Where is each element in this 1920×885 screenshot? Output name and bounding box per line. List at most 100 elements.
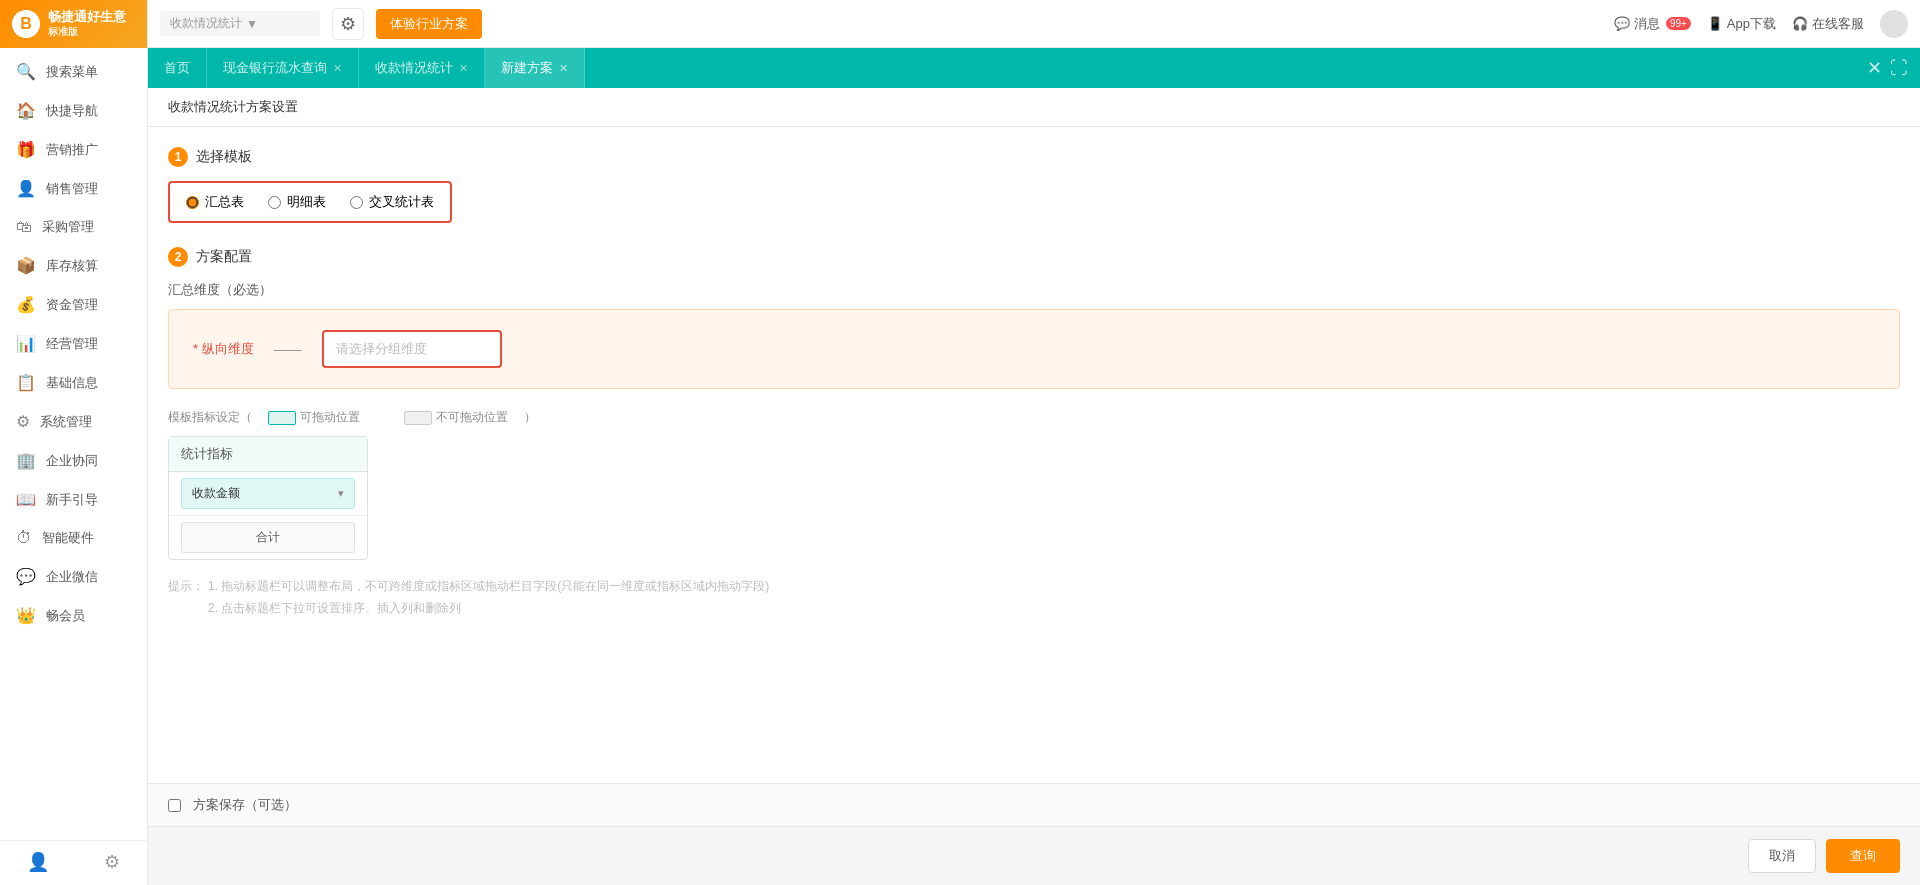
sidebar-item-marketing[interactable]: 🎁 营销推广 — [0, 130, 147, 169]
user-avatar-icon: 👤 — [27, 851, 49, 873]
gear-button[interactable]: ⚙ — [332, 8, 364, 40]
sidebar-item-finance[interactable]: 💰 资金管理 — [0, 285, 147, 324]
main-area: 收款情况统计 ▼ ⚙ 体验行业方案 💬 消息 99+ 📱 App下载 🎧 在线客… — [148, 0, 1920, 885]
sidebar-item-basic-info[interactable]: 📋 基础信息 — [0, 363, 147, 402]
sidebar-item-member[interactable]: 👑 畅会员 — [0, 596, 147, 635]
dim-select[interactable]: 请选择分组维度 — [322, 330, 502, 368]
online-service-label: 在线客服 — [1812, 15, 1864, 33]
indicator-tag-receipt-amount[interactable]: 收款金额 ▾ — [181, 478, 355, 509]
purchase-icon: 🛍 — [16, 218, 32, 236]
indicators-section-header: 统计指标 — [169, 437, 367, 472]
logo-edition: 标准版 — [48, 25, 126, 39]
sidebar-bottom-settings[interactable]: ⚙ — [104, 851, 120, 875]
app-download-btn[interactable]: 📱 App下载 — [1707, 15, 1776, 33]
sidebar-item-smart-hw[interactable]: ⏱ 智能硬件 — [0, 519, 147, 557]
sidebar-item-enterprise[interactable]: 🏢 企业协同 — [0, 441, 147, 480]
online-service-btn[interactable]: 🎧 在线客服 — [1792, 15, 1864, 33]
query-button[interactable]: 查询 — [1826, 839, 1900, 873]
tips-section: 提示： 1. 拖动标题栏可以调整布局，不可跨维度或指标区域拖动栏目字段(只能在同… — [168, 576, 1900, 619]
sidebar-item-label: 营销推广 — [46, 141, 98, 159]
step1-header: 1 选择模板 — [168, 147, 1900, 167]
sidebar-item-quick-nav[interactable]: 🏠 快捷导航 — [0, 91, 147, 130]
indicator-tag-label: 收款金额 — [192, 485, 240, 502]
indicators-section: 模板指标设定（ 可拖动位置 不可拖动位置 ） — [168, 409, 1900, 560]
sidebar-item-system[interactable]: ⚙ 系统管理 — [0, 402, 147, 441]
tab-fullscreen-btn[interactable]: ⛶ — [1890, 58, 1908, 79]
tab-bank-flow[interactable]: 现金银行流水查询 ✕ — [207, 48, 359, 88]
quick-nav-icon: 🏠 — [16, 101, 36, 120]
draggable-legend-icon — [268, 411, 296, 425]
tab-close-all-btn[interactable]: ✕ — [1867, 57, 1882, 79]
radio-cross[interactable]: 交叉统计表 — [350, 193, 434, 211]
radio-cross-label: 交叉统计表 — [369, 193, 434, 211]
sidebar-item-wechat[interactable]: 💬 企业微信 — [0, 557, 147, 596]
top-right: 💬 消息 99+ 📱 App下载 🎧 在线客服 — [1614, 10, 1908, 38]
sidebar-item-label: 库存核算 — [46, 257, 98, 275]
tab-home-label: 首页 — [164, 59, 190, 77]
step2-number: 2 — [168, 247, 188, 267]
sidebar-item-label: 基础信息 — [46, 374, 98, 392]
industry-btn[interactable]: 体验行业方案 — [376, 9, 482, 39]
sidebar-item-label: 快捷导航 — [46, 102, 98, 120]
tip-line-2: 提示： 2. 点击标题栏下拉可设置排序、插入列和删除列 — [168, 598, 1900, 620]
app-download-icon: 📱 — [1707, 16, 1723, 31]
sidebar-logo: B 畅捷通好生意 标准版 — [0, 0, 147, 48]
top-nav: 收款情况统计 ▼ ⚙ 体验行业方案 💬 消息 99+ 📱 App下载 🎧 在线客… — [148, 0, 1920, 48]
page-title-bar: 收款情况统计方案设置 — [148, 88, 1920, 127]
tab-receipt-stat[interactable]: 收款情况统计 ✕ — [359, 48, 485, 88]
cancel-button[interactable]: 取消 — [1748, 839, 1816, 873]
tab-new-plan-close[interactable]: ✕ — [559, 62, 568, 75]
notification-icon: 💬 — [1614, 16, 1630, 31]
member-icon: 👑 — [16, 606, 36, 625]
tab-home[interactable]: 首页 — [148, 48, 207, 88]
radio-summary-input[interactable] — [186, 196, 199, 209]
sidebar-item-label: 企业微信 — [46, 568, 98, 586]
fixed-legend-icon — [404, 411, 432, 425]
save-label: 方案保存（可选） — [193, 796, 297, 814]
sidebar-item-search-menu[interactable]: 🔍 搜索菜单 — [0, 52, 147, 91]
save-checkbox[interactable] — [168, 799, 181, 812]
sidebar-item-label: 畅会员 — [46, 607, 85, 625]
indicator-sub-total: 合计 — [181, 522, 355, 553]
indicators-table: 统计指标 收款金额 ▾ 合计 — [168, 436, 368, 560]
sidebar-item-purchase[interactable]: 🛍 采购管理 — [0, 208, 147, 246]
indicator-sub-label: 合计 — [256, 530, 280, 544]
vertical-dim-label: * 纵向维度 — [193, 340, 254, 358]
radio-detail[interactable]: 明细表 — [268, 193, 326, 211]
tip-2-text: 2. 点击标题栏下拉可设置排序、插入列和删除列 — [208, 598, 461, 620]
indicator-tags-row: 收款金额 ▾ — [169, 472, 367, 515]
user-avatar[interactable] — [1880, 10, 1908, 38]
inventory-icon: 📦 — [16, 256, 36, 275]
step2-header: 2 方案配置 — [168, 247, 1900, 267]
indicator-dropdown-icon[interactable]: ▾ — [338, 487, 344, 500]
sidebar-item-sales[interactable]: 👤 销售管理 — [0, 169, 147, 208]
notification-btn[interactable]: 💬 消息 99+ — [1614, 15, 1691, 33]
tab-right-controls: ✕ ⛶ — [1867, 57, 1920, 79]
radio-detail-input[interactable] — [268, 196, 281, 209]
sidebar-bottom-user[interactable]: 👤 — [27, 851, 49, 875]
radio-summary-label: 汇总表 — [205, 193, 244, 211]
sales-icon: 👤 — [16, 179, 36, 198]
radio-detail-label: 明细表 — [287, 193, 326, 211]
sidebar-item-beginner[interactable]: 📖 新手引导 — [0, 480, 147, 519]
finance-icon: 💰 — [16, 295, 36, 314]
tab-new-plan[interactable]: 新建方案 ✕ — [485, 48, 585, 88]
sidebar-item-label: 资金管理 — [46, 296, 98, 314]
sidebar-item-label: 企业协同 — [46, 452, 98, 470]
sidebar-item-operations[interactable]: 📊 经营管理 — [0, 324, 147, 363]
tab-bank-flow-close[interactable]: ✕ — [333, 62, 342, 75]
tab-receipt-stat-close[interactable]: ✕ — [459, 62, 468, 75]
dim-arrow: —— — [274, 341, 302, 357]
basic-info-icon: 📋 — [16, 373, 36, 392]
notification-badge: 99+ — [1666, 17, 1691, 30]
wechat-icon: 💬 — [16, 567, 36, 586]
step1-label: 选择模板 — [196, 148, 252, 166]
legend-draggable: 可拖动位置 — [268, 409, 360, 426]
sidebar: B 畅捷通好生意 标准版 🔍 搜索菜单 🏠 快捷导航 🎁 营销推广 👤 销售管理… — [0, 0, 148, 885]
radio-summary[interactable]: 汇总表 — [186, 193, 244, 211]
radio-cross-input[interactable] — [350, 196, 363, 209]
system-icon: ⚙ — [16, 412, 30, 431]
marketing-icon: 🎁 — [16, 140, 36, 159]
tip-1-text: 1. 拖动标题栏可以调整布局，不可跨维度或指标区域拖动栏目字段(只能在同一维度或… — [208, 576, 769, 598]
sidebar-item-inventory[interactable]: 📦 库存核算 — [0, 246, 147, 285]
